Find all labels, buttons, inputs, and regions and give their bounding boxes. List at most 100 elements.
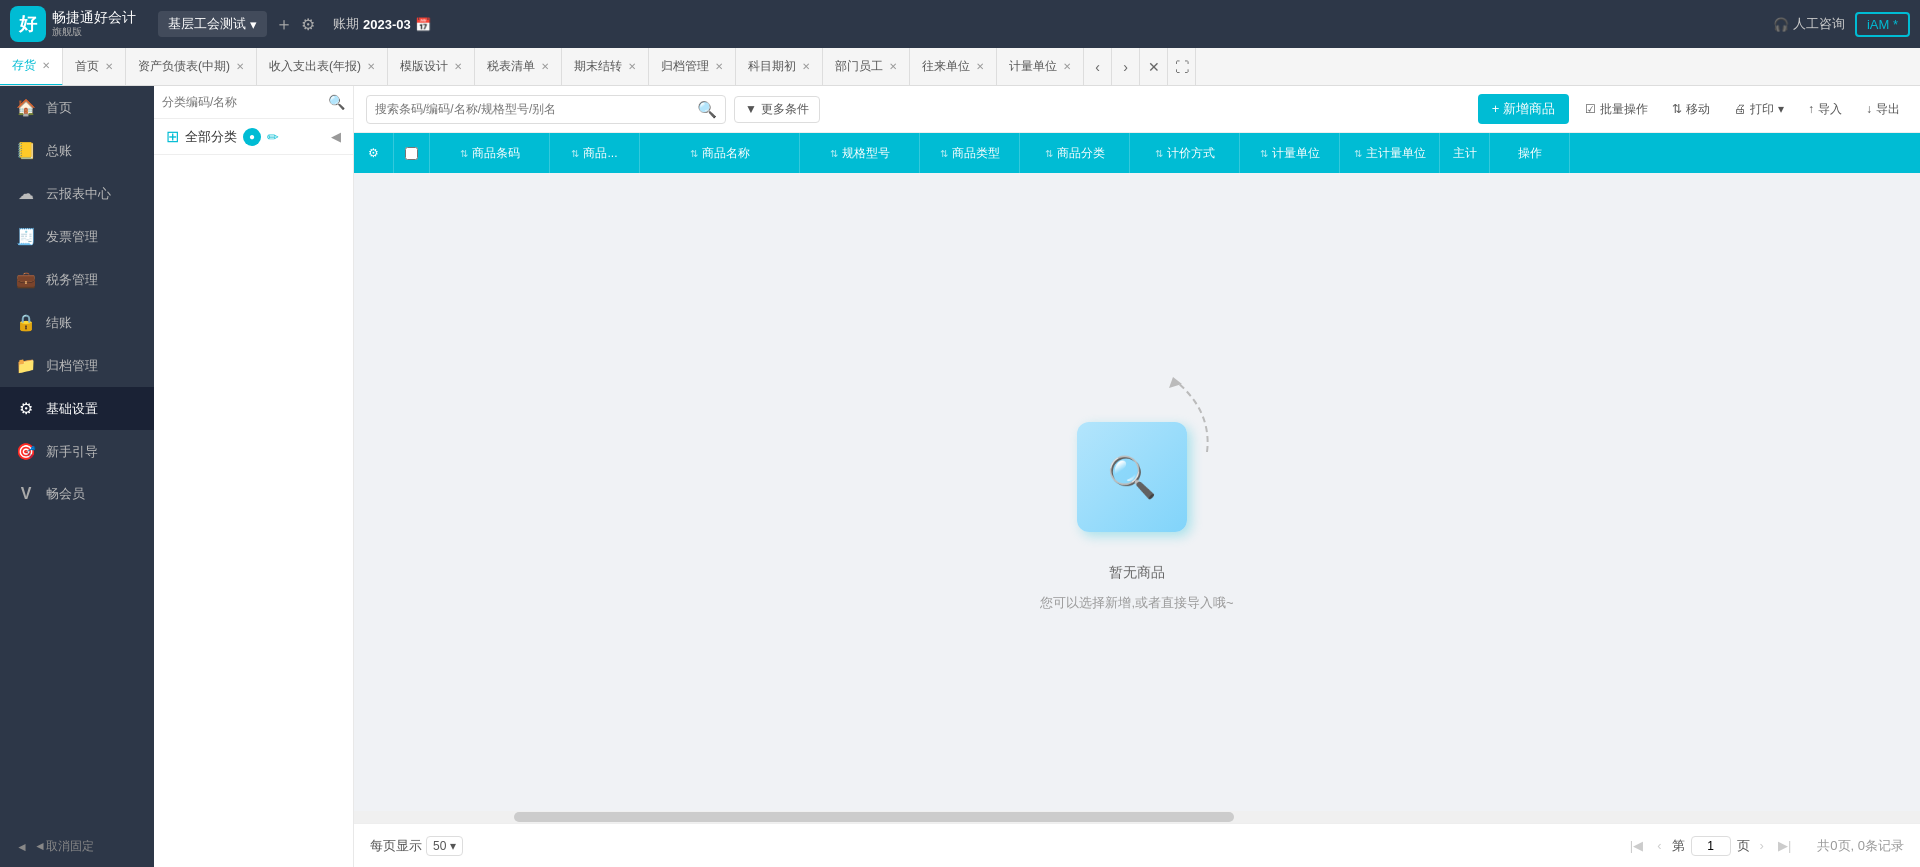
add-product-button[interactable]: + 新增商品: [1478, 94, 1569, 124]
tab-部门员工[interactable]: 部门员工 ✕: [823, 48, 910, 86]
tab-资产负债表[interactable]: 资产负债表(中期) ✕: [126, 48, 257, 86]
th-price-method[interactable]: ⇅ 计价方式: [1130, 133, 1240, 173]
sidebar-item-close[interactable]: 🔒 结账: [0, 301, 154, 344]
tab-期末结转[interactable]: 期末结转 ✕: [562, 48, 649, 86]
per-page-label: 每页显示: [370, 837, 422, 855]
product-search-bar: 🔍: [366, 95, 726, 124]
tab-label: 期末结转: [574, 58, 622, 75]
calendar-icon[interactable]: 📅: [415, 17, 431, 32]
pagination-nav: |◀ ‹ 第 页 › ▶| 共0页, 0条记录: [1626, 836, 1904, 856]
th-spec[interactable]: ⇅ 规格型号: [800, 133, 920, 173]
sidebar-item-home[interactable]: 🏠 首页: [0, 86, 154, 129]
company-selector[interactable]: 基层工会测试 ▾: [158, 11, 267, 37]
horizontal-scrollbar[interactable]: [354, 811, 1920, 823]
sidebar-item-guide[interactable]: 🎯 新手引导: [0, 430, 154, 473]
import-button[interactable]: ↑ 导入: [1800, 97, 1850, 122]
help-button[interactable]: 🎧 人工咨询: [1773, 15, 1845, 33]
sidebar-item-tax[interactable]: 💼 税务管理: [0, 258, 154, 301]
tab-close-收入支出表[interactable]: ✕: [367, 61, 375, 72]
last-page-button[interactable]: ▶|: [1774, 836, 1795, 855]
tab-归档管理[interactable]: 归档管理 ✕: [649, 48, 736, 86]
tab-存货[interactable]: 存货 ✕: [0, 48, 63, 86]
period-info: 账期 2023-03 📅: [333, 15, 431, 33]
th-main-unit[interactable]: ⇅ 主计量单位: [1340, 133, 1440, 173]
tab-close-模版设计[interactable]: ✕: [454, 61, 462, 72]
batch-operation-button[interactable]: ☑ 批量操作: [1577, 97, 1656, 122]
tab-close-部门员工[interactable]: ✕: [889, 61, 897, 72]
settings-icon: ⚙: [16, 399, 36, 418]
print-button[interactable]: 🖨 打印 ▾: [1726, 97, 1792, 122]
per-page-select[interactable]: 50 ▾: [426, 836, 463, 856]
add-icon[interactable]: ＋: [275, 12, 293, 36]
column-settings-icon[interactable]: ⚙: [368, 146, 379, 160]
th-product-type[interactable]: ⇅ 商品类型: [920, 133, 1020, 173]
tab-往来单位[interactable]: 往来单位 ✕: [910, 48, 997, 86]
sidebar-label-settings: 基础设置: [46, 400, 98, 418]
tab-计量单位[interactable]: 计量单位 ✕: [997, 48, 1084, 86]
tab-close-往来单位[interactable]: ✕: [976, 61, 984, 72]
tab-label: 归档管理: [661, 58, 709, 75]
tab-expand-button[interactable]: ⛶: [1168, 48, 1196, 86]
next-page-button[interactable]: ›: [1756, 836, 1768, 855]
th-product-name[interactable]: ⇅ 商品名称: [640, 133, 800, 173]
tab-next-button[interactable]: ›: [1112, 48, 1140, 86]
tab-prev-button[interactable]: ‹: [1084, 48, 1112, 86]
th-unit[interactable]: ⇅ 计量单位: [1240, 133, 1340, 173]
tab-close-税表清单[interactable]: ✕: [541, 61, 549, 72]
category-search-input[interactable]: [162, 95, 328, 109]
settings-icon[interactable]: ⚙: [301, 15, 315, 34]
tab-close-存货[interactable]: ✕: [42, 60, 50, 71]
tab-label: 资产负债表(中期): [138, 58, 230, 75]
empty-illustration: [1037, 372, 1237, 552]
sidebar-item-reports[interactable]: ☁ 云报表中心: [0, 172, 154, 215]
first-page-button[interactable]: |◀: [1626, 836, 1647, 855]
scrollbar-thumb[interactable]: [514, 812, 1234, 822]
sidebar-item-archive[interactable]: 📁 归档管理: [0, 344, 154, 387]
tab-科目期初[interactable]: 科目期初 ✕: [736, 48, 823, 86]
tab-close-首页[interactable]: ✕: [105, 61, 113, 72]
tab-close-资产负债表[interactable]: ✕: [236, 61, 244, 72]
sidebar-unpin-button[interactable]: ◄ ◄取消固定: [0, 826, 154, 867]
right-panel: 🔍 ▼ 更多条件 + 新增商品 ☑ 批量操作 ⇅ 移动 🖨 打印: [354, 86, 1920, 867]
sidebar-item-settings[interactable]: ⚙ 基础设置: [0, 387, 154, 430]
th-barcode[interactable]: ⇅ 商品条码: [430, 133, 550, 173]
tab-close-科目期初[interactable]: ✕: [802, 61, 810, 72]
svg-marker-0: [1169, 377, 1182, 388]
sidebar-item-ledger[interactable]: 📒 总账: [0, 129, 154, 172]
th-operations: 操作: [1490, 133, 1570, 173]
app-version: 旗舰版: [52, 25, 136, 39]
export-button[interactable]: ↓ 导出: [1858, 97, 1908, 122]
prev-page-button[interactable]: ‹: [1653, 836, 1665, 855]
tab-首页[interactable]: 首页 ✕: [63, 48, 126, 86]
search-icon[interactable]: 🔍: [697, 100, 717, 119]
th-extra[interactable]: 主计: [1440, 133, 1490, 173]
th-product-category[interactable]: ⇅ 商品分类: [1020, 133, 1130, 173]
collapse-icon[interactable]: ◀: [331, 129, 341, 144]
search-icon[interactable]: 🔍: [328, 94, 345, 110]
tab-close-归档管理[interactable]: ✕: [715, 61, 723, 72]
sidebar-item-member[interactable]: V 畅会员: [0, 473, 154, 515]
total-records: 共0页, 0条记录: [1817, 837, 1904, 855]
page-suffix: 页: [1737, 837, 1750, 855]
edit-icon[interactable]: ✏: [267, 129, 279, 145]
move-icon: ⇅: [1672, 102, 1682, 116]
th-settings[interactable]: ⚙: [354, 133, 394, 173]
th-product-code[interactable]: ⇅ 商品...: [550, 133, 640, 173]
tab-税表清单[interactable]: 税表清单 ✕: [475, 48, 562, 86]
product-search-input[interactable]: [375, 102, 693, 116]
move-button[interactable]: ⇅ 移动: [1664, 97, 1718, 122]
select-all-checkbox[interactable]: [405, 147, 418, 160]
filter-button[interactable]: ▼ 更多条件: [734, 96, 820, 123]
close-accounts-icon: 🔒: [16, 313, 36, 332]
tab-模版设计[interactable]: 模版设计 ✕: [388, 48, 475, 86]
kuaiji-button[interactable]: iAM *: [1855, 12, 1910, 37]
page-number-input[interactable]: [1691, 836, 1731, 856]
tab-close-all-button[interactable]: ✕: [1140, 48, 1168, 86]
tab-收入支出表[interactable]: 收入支出表(年报) ✕: [257, 48, 388, 86]
headset-icon: 🎧: [1773, 17, 1789, 32]
tab-close-期末结转[interactable]: ✕: [628, 61, 636, 72]
sidebar-item-invoice[interactable]: 🧾 发票管理: [0, 215, 154, 258]
tab-close-计量单位[interactable]: ✕: [1063, 61, 1071, 72]
th-checkbox[interactable]: [394, 133, 430, 173]
sidebar-label-reports: 云报表中心: [46, 185, 111, 203]
